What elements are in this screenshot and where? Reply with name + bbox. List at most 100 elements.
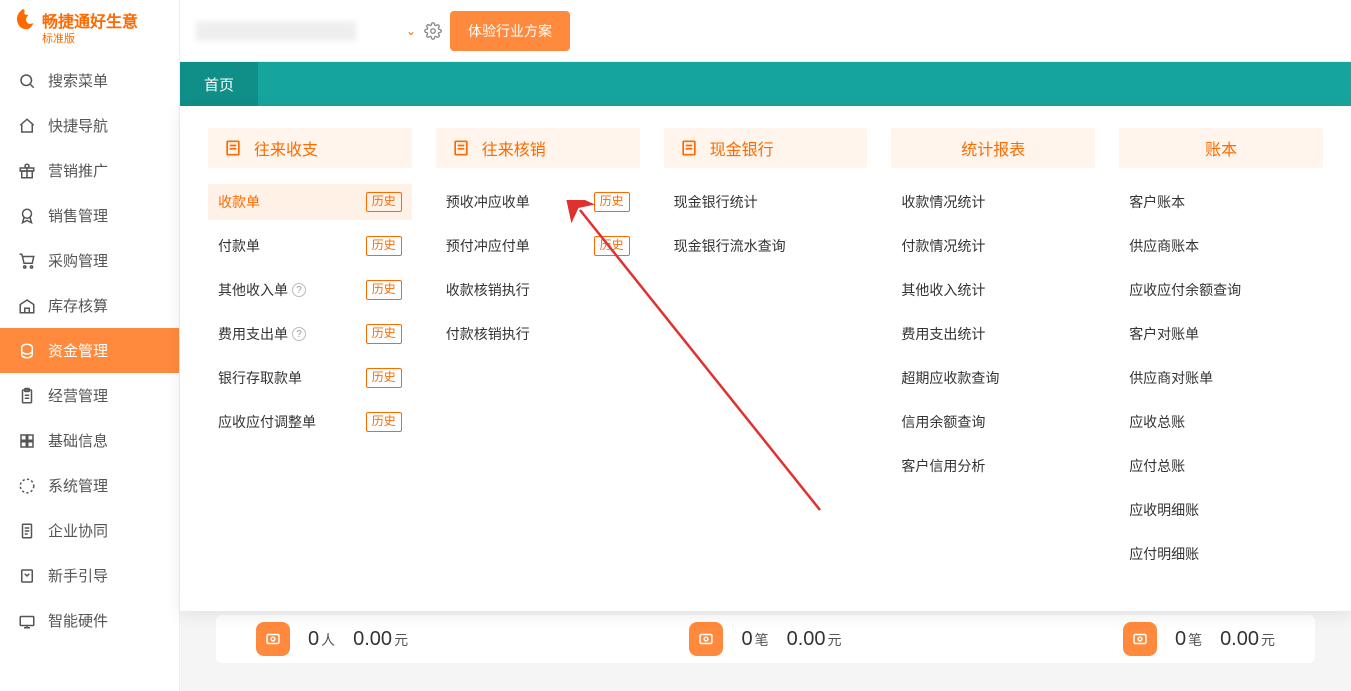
kpi-icon <box>1123 622 1157 656</box>
menu-item[interactable]: 应收应付余额查询 <box>1119 272 1323 308</box>
menu-item-label: 现金银行流水查询 <box>674 236 786 256</box>
menu-item[interactable]: 银行存取款单 历史 <box>208 360 412 396</box>
menu-item-label: 客户对账单 <box>1129 324 1199 344</box>
company-name-blurred <box>196 21 356 41</box>
megamenu-column-header: 现金银行 <box>664 128 868 168</box>
menu-item-label: 银行存取款单 <box>218 368 302 388</box>
menu-item-label: 收款单 <box>218 192 260 212</box>
menu-item-label: 应收总账 <box>1129 412 1185 432</box>
sidebar-item-label: 企业协同 <box>48 520 108 541</box>
topbar: ⌄ 体验行业方案 <box>180 0 1351 62</box>
menu-list: 收款情况统计付款情况统计其他收入统计费用支出统计超期应收款查询信用余额查询客户信… <box>891 184 1095 484</box>
menu-item[interactable]: 客户对账单 <box>1119 316 1323 352</box>
sidebar-item-inventory[interactable]: 库存核算 <box>0 283 179 328</box>
menu-item[interactable]: 其他收入统计 <box>891 272 1095 308</box>
sidebar-item-search[interactable]: 搜索菜单 <box>0 58 179 103</box>
menu-item[interactable]: 费用支出单?历史 <box>208 316 412 352</box>
menu-item[interactable]: 预收冲应收单历史 <box>436 184 640 220</box>
menu-item-label: 预付冲应付单 <box>446 236 530 256</box>
kpi-count: 0 <box>1175 628 1186 650</box>
sidebar-item-system[interactable]: 系统管理 <box>0 463 179 508</box>
sidebar-item-enterprise[interactable]: 企业协同 <box>0 508 179 553</box>
history-badge[interactable]: 历史 <box>366 368 402 388</box>
brand-logo-icon <box>12 8 36 32</box>
loading-icon <box>18 477 36 495</box>
menu-item[interactable]: 其他收入单?历史 <box>208 272 412 308</box>
sidebar-item-newbie[interactable]: 新手引导 <box>0 553 179 598</box>
menu-list: 现金银行统计现金银行流水查询 <box>664 184 868 264</box>
menu-item-label: 费用支出统计 <box>901 324 985 344</box>
menu-item[interactable]: 供应商账本 <box>1119 228 1323 264</box>
history-badge[interactable]: 历史 <box>594 192 630 212</box>
menu-item[interactable]: 应收总账 <box>1119 404 1323 440</box>
history-badge[interactable]: 历史 <box>366 192 402 212</box>
kpi-amount-unit: 元 <box>1261 632 1275 648</box>
menu-item[interactable]: 供应商对账单 <box>1119 360 1323 396</box>
menu-item-label: 收款核销执行 <box>446 280 530 300</box>
menu-item[interactable]: 客户账本 <box>1119 184 1323 220</box>
sidebar-item-label: 新手引导 <box>48 565 108 586</box>
menu-item[interactable]: 超期应收款查询 <box>891 360 1095 396</box>
menu-item-label: 信用余额查询 <box>901 412 985 432</box>
menu-item[interactable]: 现金银行流水查询 <box>664 228 868 264</box>
menu-item[interactable]: 付款核销执行 <box>436 316 640 352</box>
menu-item[interactable]: 客户信用分析 <box>891 448 1095 484</box>
sidebar-item-funds[interactable]: 资金管理 <box>0 328 179 373</box>
sidebar-item-sales[interactable]: 销售管理 <box>0 193 179 238</box>
menu-list: 预收冲应收单历史预付冲应付单 历史收款核销执行付款核销执行 <box>436 184 640 352</box>
history-badge[interactable]: 历史 <box>366 324 402 344</box>
history-badge[interactable]: 历史 <box>366 412 402 432</box>
history-badge[interactable]: 历史 <box>366 280 402 300</box>
column-title: 现金银行 <box>710 136 774 160</box>
tv-icon <box>18 612 36 630</box>
tab-home[interactable]: 首页 <box>180 62 258 106</box>
menu-item-label: 应收应付余额查询 <box>1129 280 1241 300</box>
menu-item[interactable]: 付款单历史 <box>208 228 412 264</box>
menu-item-label: 收款情况统计 <box>901 192 985 212</box>
sidebar-item-operate[interactable]: 经营管理 <box>0 373 179 418</box>
sidebar-item-label: 快捷导航 <box>48 115 108 136</box>
menu-item-label: 付款核销执行 <box>446 324 530 344</box>
kpi-item: 0笔0.00元 <box>689 622 841 656</box>
menu-item[interactable]: 应付总账 <box>1119 448 1323 484</box>
history-badge[interactable]: 历史 <box>366 236 402 256</box>
menu-item[interactable]: 应付明细账 <box>1119 536 1323 572</box>
megamenu-column-header: 账本 <box>1119 128 1323 168</box>
menu-list: 收款单历史付款单历史其他收入单?历史费用支出单?历史银行存取款单历史应收应付调整… <box>208 184 412 440</box>
kpi-values: 0笔0.00元 <box>741 628 841 651</box>
brand-edition: 标准版 <box>42 30 167 46</box>
sidebar-item-quicknav[interactable]: 快捷导航 <box>0 103 179 148</box>
gear-icon[interactable] <box>424 22 442 40</box>
main-area: ⌄ 体验行业方案 首页 完善期初 统计表 务员） ﻿报 > 往来收支收款单历史付… <box>180 0 1351 691</box>
menu-item[interactable]: 应收应付调整单历史 <box>208 404 412 440</box>
gift-icon <box>18 162 36 180</box>
sidebar-item-label: 基础信息 <box>48 430 108 451</box>
sidebar-item-hardware[interactable]: 智能硬件 <box>0 598 179 643</box>
kpi-row: 0人0.00元0笔0.00元0笔0.00元 <box>216 615 1315 663</box>
kpi-item: 0人0.00元 <box>256 622 408 656</box>
kpi-icon <box>689 622 723 656</box>
menu-item[interactable]: 信用余额查询 <box>891 404 1095 440</box>
menu-item[interactable]: 现金银行统计 <box>664 184 868 220</box>
menu-item-label: 超期应收款查询 <box>901 368 999 388</box>
menu-item[interactable]: 应收明细账 <box>1119 492 1323 528</box>
sidebar-item-label: 销售管理 <box>48 205 108 226</box>
sidebar-item-basic[interactable]: 基础信息 <box>0 418 179 463</box>
menu-item[interactable]: 付款情况统计 <box>891 228 1095 264</box>
menu-item[interactable]: 费用支出统计 <box>891 316 1095 352</box>
sidebar-item-label: 经营管理 <box>48 385 108 406</box>
menu-item-label: 客户信用分析 <box>901 456 985 476</box>
brand-name: 畅捷通好生意 <box>42 8 138 32</box>
sidebar-item-marketing[interactable]: 营销推广 <box>0 148 179 193</box>
sidebar-item-purchase[interactable]: 采购管理 <box>0 238 179 283</box>
menu-item-label: 供应商对账单 <box>1129 368 1213 388</box>
kpi-amount-unit: 元 <box>394 632 408 648</box>
menu-item[interactable]: 预付冲应付单 历史 <box>436 228 640 264</box>
menu-item[interactable]: 收款情况统计 <box>891 184 1095 220</box>
menu-item[interactable]: 收款核销执行 <box>436 272 640 308</box>
menu-item[interactable]: 收款单 历史 <box>208 184 412 220</box>
industry-plan-button[interactable]: 体验行业方案 <box>450 11 570 51</box>
history-badge[interactable]: 历史 <box>594 236 630 256</box>
column-title: 往来核销 <box>482 136 546 160</box>
company-selector[interactable]: ⌄ <box>196 17 416 45</box>
